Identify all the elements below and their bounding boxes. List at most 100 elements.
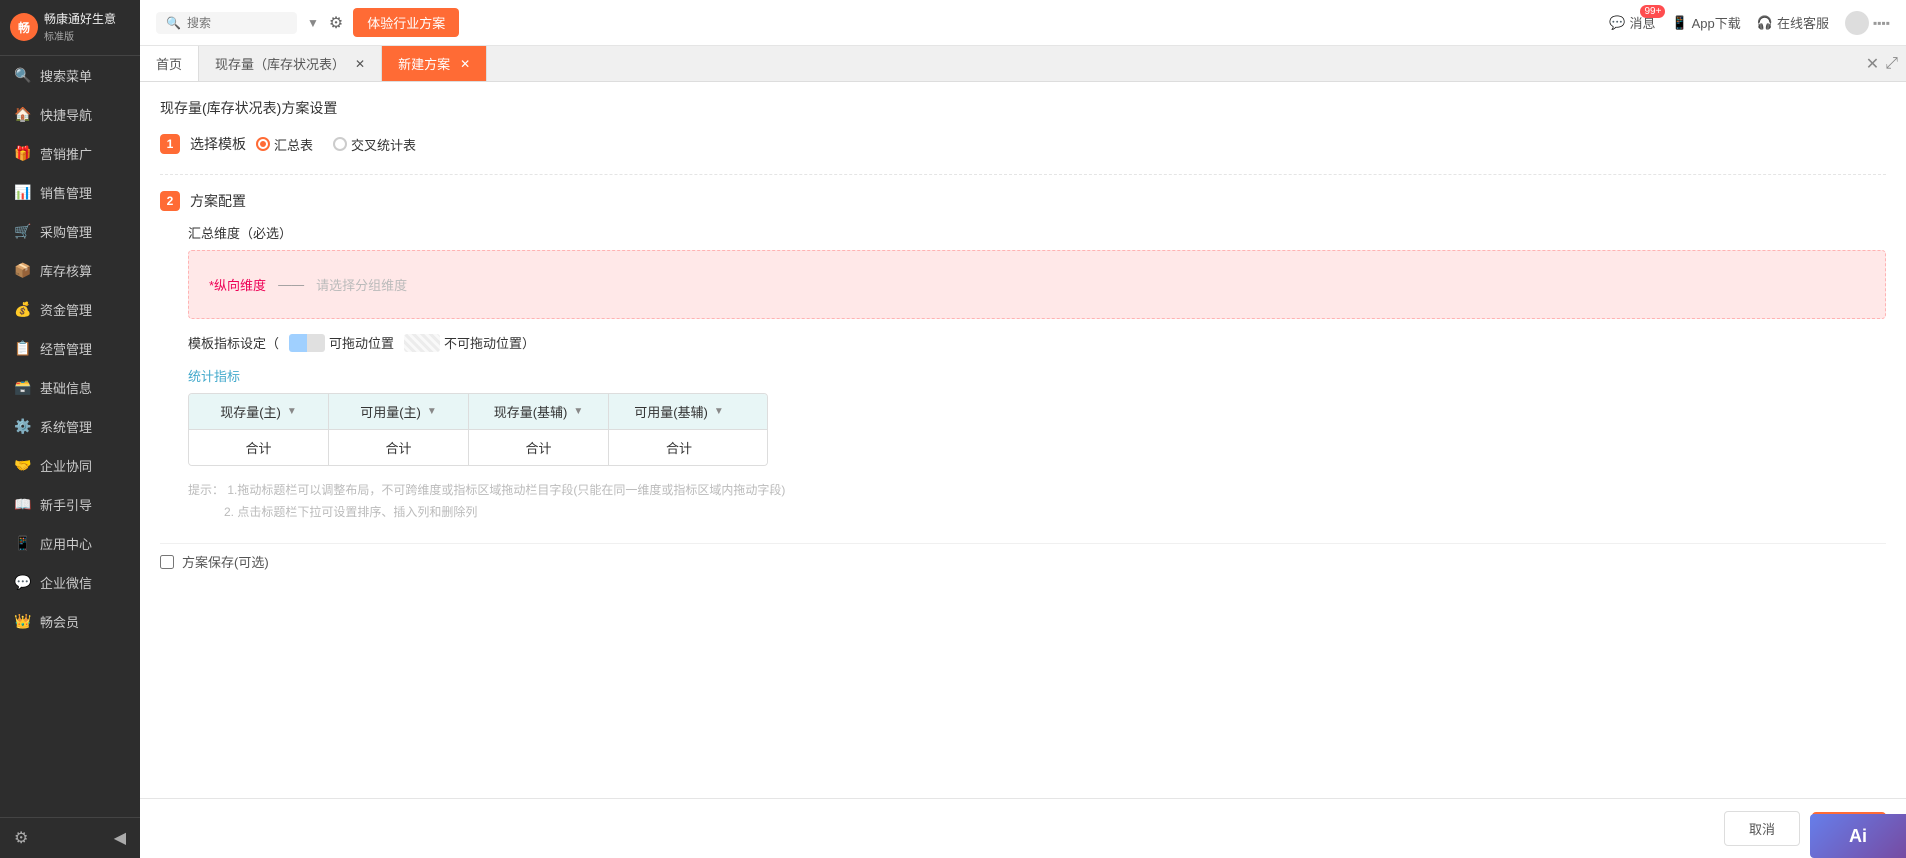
user-area[interactable]: ▪▪▪▪ <box>1845 11 1890 35</box>
app-edition: 标准版 <box>44 28 116 43</box>
section1-title: 选择模板 <box>190 134 246 154</box>
content-footer: 方案保存(可选) <box>160 543 1886 575</box>
online-service-btn[interactable]: 🎧 在线客服 <box>1757 13 1829 32</box>
section2-title: 方案配置 <box>190 191 246 211</box>
stats-col-2[interactable]: 现存量(基辅) ▼ <box>469 394 609 429</box>
col-0-chevron[interactable]: ▼ <box>287 406 297 417</box>
tips-title-label: 提示： <box>188 483 224 497</box>
tips-title: 提示： 1.拖动标题栏可以调整布局，不可跨维度或指标区域拖动栏目字段(只能在同一… <box>188 480 1886 502</box>
col-0-label: 现存量(主) <box>220 402 281 421</box>
stats-cell-0: 合计 <box>189 430 329 465</box>
logo-icon: 畅 <box>10 13 38 41</box>
member-icon: 👑 <box>14 612 32 630</box>
mobile-icon: 📱 <box>1671 15 1687 31</box>
tab-inventory-status-close[interactable]: ✕ <box>355 57 365 71</box>
cell-3-value: 合计 <box>666 438 692 457</box>
sidebar-item-app-center[interactable]: 📱 应用中心 <box>0 524 140 563</box>
search-icon: 🔍 <box>166 16 181 30</box>
close-panel-btn[interactable]: ✕ <box>1866 54 1879 74</box>
expand-panel-btn[interactable]: ⤢ <box>1885 55 1898 73</box>
drag-indicator-icon <box>289 334 325 352</box>
app-download-btn[interactable]: 📱 App下载 <box>1671 13 1740 32</box>
sidebar-item-member[interactable]: 👑 畅会员 <box>0 602 140 641</box>
dropdown-icon[interactable]: ▼ <box>307 16 319 30</box>
stats-col-1[interactable]: 可用量(主) ▼ <box>329 394 469 429</box>
trial-btn[interactable]: 体验行业方案 <box>353 8 459 37</box>
ai-button[interactable]: Ai <box>1810 814 1906 858</box>
messages-btn[interactable]: 💬 消息 99+ <box>1609 13 1655 32</box>
save-checkbox[interactable] <box>160 555 174 569</box>
dimension-placeholder[interactable]: 请选择分组维度 <box>316 275 407 294</box>
enterprise-wechat-icon: 💬 <box>14 573 32 591</box>
sidebar-item-system[interactable]: ⚙️ 系统管理 <box>0 407 140 446</box>
radio-summary[interactable]: 汇总表 <box>256 135 313 154</box>
sidebar-item-label: 营销推广 <box>40 144 92 163</box>
non-draggable-indicator: 不可拖动位置） <box>404 333 535 352</box>
app-logo: 畅 畅康通好生意 标准版 <box>0 0 140 56</box>
tip-item-0: 1.拖动标题栏可以调整布局，不可跨维度或指标区域拖动栏目字段(只能在同一维度或指… <box>227 483 785 497</box>
sales-icon: 📊 <box>14 183 32 201</box>
sidebar-item-enterprise[interactable]: 🤝 企业协同 <box>0 446 140 485</box>
enterprise-icon: 🤝 <box>14 456 32 474</box>
gear-icon[interactable]: ⚙ <box>329 13 343 33</box>
cancel-button[interactable]: 取消 <box>1724 811 1800 846</box>
sidebar-item-label: 应用中心 <box>40 534 92 553</box>
dimension-row: *纵向维度 —— 请选择分组维度 <box>209 275 1865 294</box>
search-input[interactable] <box>187 16 287 30</box>
online-service-label: 在线客服 <box>1777 13 1829 32</box>
sidebar-item-label: 畅会员 <box>40 612 79 631</box>
app-download-label: App下载 <box>1692 13 1741 32</box>
radio-cross-circle <box>333 137 347 151</box>
sidebar-item-enterprise-wechat[interactable]: 💬 企业微信 <box>0 563 140 602</box>
topbar-search[interactable]: 🔍 <box>156 12 297 34</box>
sidebar-item-operations[interactable]: 📋 经营管理 <box>0 329 140 368</box>
collapse-icon[interactable]: ◀ <box>114 828 126 848</box>
stats-label: 统计指标 <box>188 366 1886 385</box>
sidebar-item-marketing[interactable]: 🎁 营销推广 <box>0 134 140 173</box>
inventory-status-tab-label: 现存量（库存状况表） <box>215 54 345 73</box>
section1-header: 1 选择模板 汇总表 交叉统计表 <box>160 134 1886 154</box>
app-center-icon: 📱 <box>14 534 32 552</box>
section1-number: 1 <box>160 134 180 154</box>
stats-col-0[interactable]: 现存量(主) ▼ <box>189 394 329 429</box>
sidebar-item-label: 采购管理 <box>40 222 92 241</box>
radio-cross[interactable]: 交叉统计表 <box>333 135 416 154</box>
draggable-label: 可拖动位置 <box>329 333 394 352</box>
user-name: ▪▪▪▪ <box>1873 16 1890 30</box>
sidebar: 畅 畅康通好生意 标准版 🔍 搜索菜单 🏠 快捷导航 🎁 营销推广 📊 销售管理… <box>0 0 140 858</box>
sidebar-item-basic-info[interactable]: 🗃️ 基础信息 <box>0 368 140 407</box>
col-2-chevron[interactable]: ▼ <box>573 406 583 417</box>
sidebar-item-finance[interactable]: 💰 资金管理 <box>0 290 140 329</box>
tab-home[interactable]: 首页 <box>140 46 199 81</box>
dimension-dash: —— <box>278 277 304 292</box>
sidebar-item-purchase[interactable]: 🛒 采购管理 <box>0 212 140 251</box>
cell-1-value: 合计 <box>385 438 411 457</box>
sidebar-item-sales[interactable]: 📊 销售管理 <box>0 173 140 212</box>
tab-new-scheme[interactable]: 新建方案 ✕ <box>382 46 487 81</box>
section-template: 1 选择模板 汇总表 交叉统计表 <box>160 134 1886 154</box>
stats-table: 现存量(主) ▼ 可用量(主) ▼ 现存量(基辅) ▼ <box>188 393 768 466</box>
search-menu-icon: 🔍 <box>14 66 32 84</box>
tips-section: 提示： 1.拖动标题栏可以调整布局，不可跨维度或指标区域拖动栏目字段(只能在同一… <box>188 480 1886 523</box>
col-2-label: 现存量(基辅) <box>494 402 568 421</box>
quick-nav-icon: 🏠 <box>14 105 32 123</box>
radio-summary-label: 汇总表 <box>274 135 313 154</box>
col-3-chevron[interactable]: ▼ <box>714 406 724 417</box>
sidebar-item-inventory[interactable]: 📦 库存核算 <box>0 251 140 290</box>
sidebar-item-quick-nav[interactable]: 🏠 快捷导航 <box>0 95 140 134</box>
sidebar-item-new-guide[interactable]: 📖 新手引导 <box>0 485 140 524</box>
cell-0-value: 合计 <box>245 438 271 457</box>
message-icon: 💬 <box>1609 15 1625 31</box>
tip-item-1: 2. 点击标题栏下拉可设置排序、插入列和删除列 <box>188 502 1886 524</box>
sidebar-item-label: 搜索菜单 <box>40 66 92 85</box>
settings-icon[interactable]: ⚙ <box>14 828 28 848</box>
tab-inventory-status[interactable]: 现存量（库存状况表） ✕ <box>199 46 382 81</box>
save-label: 方案保存(可选) <box>182 552 269 571</box>
sidebar-item-search-menu[interactable]: 🔍 搜索菜单 <box>0 56 140 95</box>
col-1-chevron[interactable]: ▼ <box>427 406 437 417</box>
operations-icon: 📋 <box>14 339 32 357</box>
tab-new-scheme-close[interactable]: ✕ <box>460 57 470 71</box>
section2-number: 2 <box>160 191 180 211</box>
stats-section: 统计指标 现存量(主) ▼ 可用量(主) ▼ <box>188 366 1886 466</box>
stats-col-3[interactable]: 可用量(基辅) ▼ <box>609 394 749 429</box>
